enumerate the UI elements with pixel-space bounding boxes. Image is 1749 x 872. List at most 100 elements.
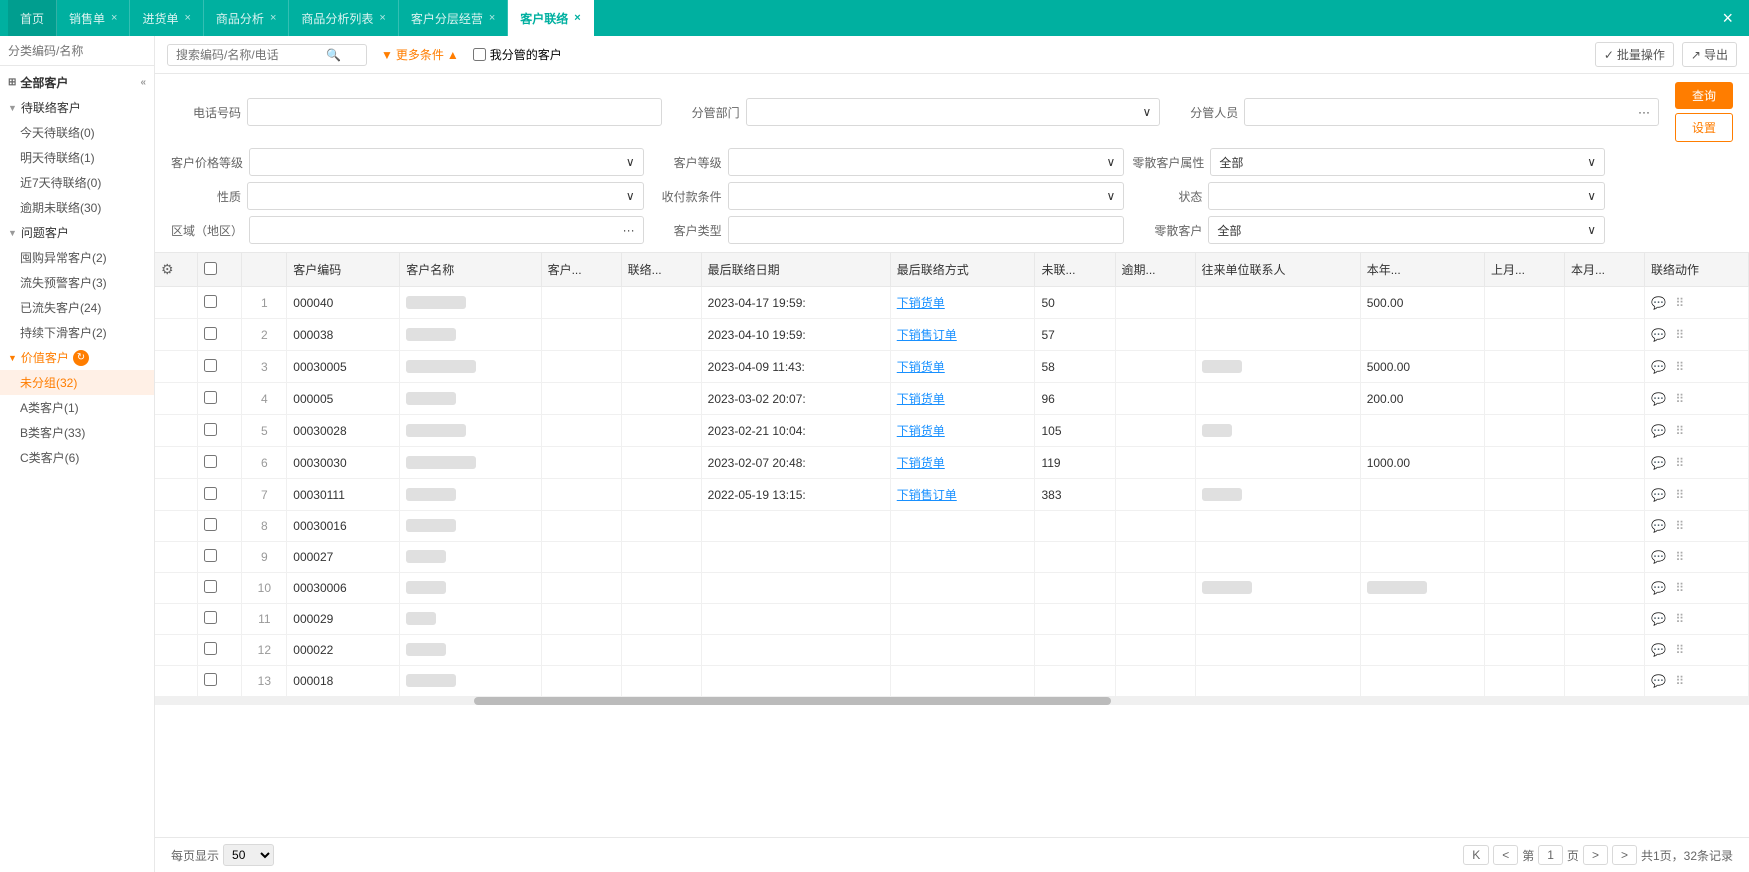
row-action[interactable]: 💬 ⠿ [1645, 604, 1749, 635]
contact-icon[interactable]: 💬 [1651, 519, 1666, 533]
horizontal-scrollbar[interactable] [155, 697, 1749, 705]
method-link[interactable]: 下销货单 [897, 360, 945, 374]
filter-scatter-attr-input[interactable]: 全部∨ [1210, 148, 1605, 176]
row-select-checkbox[interactable] [204, 549, 217, 562]
method-link[interactable]: 下销售订单 [897, 328, 957, 342]
sidebar-item-today-pending[interactable]: 今天待联络(0) [0, 120, 154, 145]
filter-status-input[interactable]: ∨ [1208, 182, 1605, 210]
row-select-checkbox[interactable] [204, 642, 217, 655]
row-last-method[interactable]: 下销货单 [890, 383, 1035, 415]
action-menu-icon[interactable]: ⠿ [1675, 550, 1684, 564]
row-select-checkbox[interactable] [204, 580, 217, 593]
row-select-checkbox[interactable] [204, 423, 217, 436]
sidebar-item-churn-warn[interactable]: 流失预警客户(3) [0, 270, 154, 295]
row-select-checkbox[interactable] [204, 487, 217, 500]
row-action[interactable]: 💬 ⠿ [1645, 447, 1749, 479]
sidebar-item-tomorrow-pending[interactable]: 明天待联络(1) [0, 145, 154, 170]
page-number[interactable]: 1 [1538, 845, 1563, 865]
sidebar-item-class-a[interactable]: A类客户(1) [0, 395, 154, 420]
row-last-method[interactable] [890, 604, 1035, 635]
contact-icon[interactable]: 💬 [1651, 296, 1666, 310]
row-last-method[interactable]: 下销售订单 [890, 479, 1035, 511]
action-menu-icon[interactable]: ⠿ [1675, 488, 1684, 502]
action-menu-icon[interactable]: ⠿ [1675, 581, 1684, 595]
sidebar-item-7days-pending[interactable]: 近7天待联络(0) [0, 170, 154, 195]
my-customers-check[interactable] [473, 48, 486, 61]
sidebar-item-ungrouped[interactable]: 未分组(32) [0, 370, 154, 395]
action-menu-icon[interactable]: ⠿ [1675, 296, 1684, 310]
row-select-checkbox[interactable] [204, 673, 217, 686]
filter-region-input[interactable]: ··· [249, 216, 644, 244]
row-last-method[interactable]: 下销货单 [890, 447, 1035, 479]
row-checkbox[interactable] [198, 604, 242, 635]
row-action[interactable]: 💬 ⠿ [1645, 351, 1749, 383]
contact-icon[interactable]: 💬 [1651, 392, 1666, 406]
query-button[interactable]: 查询 [1675, 82, 1733, 109]
sidebar-item-abnormal[interactable]: 囤购异常客户(2) [0, 245, 154, 270]
row-last-method[interactable] [890, 573, 1035, 604]
close-all-tabs-button[interactable]: × [1714, 8, 1741, 29]
reset-button[interactable]: 设置 [1675, 113, 1733, 142]
row-last-method[interactable] [890, 635, 1035, 666]
tab-product-analysis-list[interactable]: 商品分析列表 × [289, 0, 398, 36]
col-last-method-header[interactable]: 最后联络方式 [890, 253, 1035, 287]
row-checkbox[interactable] [198, 287, 242, 319]
filter-payment-input[interactable]: ∨ [728, 182, 1125, 210]
contact-icon[interactable]: 💬 [1651, 550, 1666, 564]
filter-phone-input[interactable] [247, 98, 662, 126]
export-button[interactable]: ↗ 导出 [1682, 42, 1737, 67]
row-checkbox[interactable] [198, 542, 242, 573]
action-menu-icon[interactable]: ⠿ [1675, 360, 1684, 374]
row-last-method[interactable] [890, 511, 1035, 542]
tab-close-prod-list[interactable]: × [379, 12, 385, 24]
sidebar-item-class-b[interactable]: B类客户(33) [0, 420, 154, 445]
row-last-method[interactable]: 下销售订单 [890, 319, 1035, 351]
my-customers-checkbox[interactable]: 我分管的客户 [473, 46, 562, 63]
row-checkbox[interactable] [198, 635, 242, 666]
row-last-method[interactable] [890, 542, 1035, 573]
search-input[interactable] [176, 48, 326, 62]
action-menu-icon[interactable]: ⠿ [1675, 392, 1684, 406]
col-last-month-header[interactable]: 上月... [1484, 253, 1564, 287]
first-page-button[interactable]: K [1463, 845, 1489, 865]
filter-customer-type-input[interactable] [728, 216, 1125, 244]
row-action[interactable]: 💬 ⠿ [1645, 511, 1749, 542]
contact-icon[interactable]: 💬 [1651, 612, 1666, 626]
row-checkbox[interactable] [198, 447, 242, 479]
row-checkbox[interactable] [198, 319, 242, 351]
tab-close-segment[interactable]: × [489, 12, 495, 24]
contact-icon[interactable]: 💬 [1651, 328, 1666, 342]
row-select-checkbox[interactable] [204, 391, 217, 404]
filter-price-level-input[interactable]: ∨ [249, 148, 644, 176]
settings-icon[interactable]: ⚙ [161, 261, 174, 277]
sidebar-item-class-c[interactable]: C类客户(6) [0, 445, 154, 470]
row-select-checkbox[interactable] [204, 518, 217, 531]
more-conditions-button[interactable]: ▼ 更多条件 ▲ [375, 43, 465, 66]
col-code-header[interactable]: 客户编码 [287, 253, 400, 287]
batch-operation-button[interactable]: ✓ 批量操作 [1595, 42, 1674, 67]
col-uncontacted-header[interactable]: 未联... [1035, 253, 1115, 287]
tab-close-sales[interactable]: × [111, 12, 117, 24]
row-checkbox[interactable] [198, 479, 242, 511]
tab-home[interactable]: 首页 [8, 0, 57, 36]
tab-purchase-order[interactable]: 进货单 × [130, 0, 203, 36]
col-this-month-header[interactable]: 本月... [1564, 253, 1644, 287]
row-select-checkbox[interactable] [204, 327, 217, 340]
prev-page-button[interactable]: < [1493, 845, 1518, 865]
row-checkbox[interactable] [198, 511, 242, 542]
method-link[interactable]: 下销售订单 [897, 488, 957, 502]
per-page-select[interactable]: 50 100 200 [223, 844, 274, 866]
contact-icon[interactable]: 💬 [1651, 360, 1666, 374]
row-checkbox[interactable] [198, 666, 242, 697]
scrollbar-thumb[interactable] [474, 697, 1112, 705]
method-link[interactable]: 下销货单 [897, 424, 945, 438]
action-menu-icon[interactable]: ⠿ [1675, 424, 1684, 438]
row-checkbox[interactable] [198, 415, 242, 447]
select-all-checkbox[interactable] [204, 262, 217, 275]
tab-close-prod-analysis[interactable]: × [270, 12, 276, 24]
action-menu-icon[interactable]: ⠿ [1675, 328, 1684, 342]
tab-sales-order[interactable]: 销售单 × [57, 0, 130, 36]
tab-close-purchase[interactable]: × [184, 12, 190, 24]
row-action[interactable]: 💬 ⠿ [1645, 383, 1749, 415]
sidebar-group-value[interactable]: ▼ 价值客户 ↻ [0, 345, 154, 370]
